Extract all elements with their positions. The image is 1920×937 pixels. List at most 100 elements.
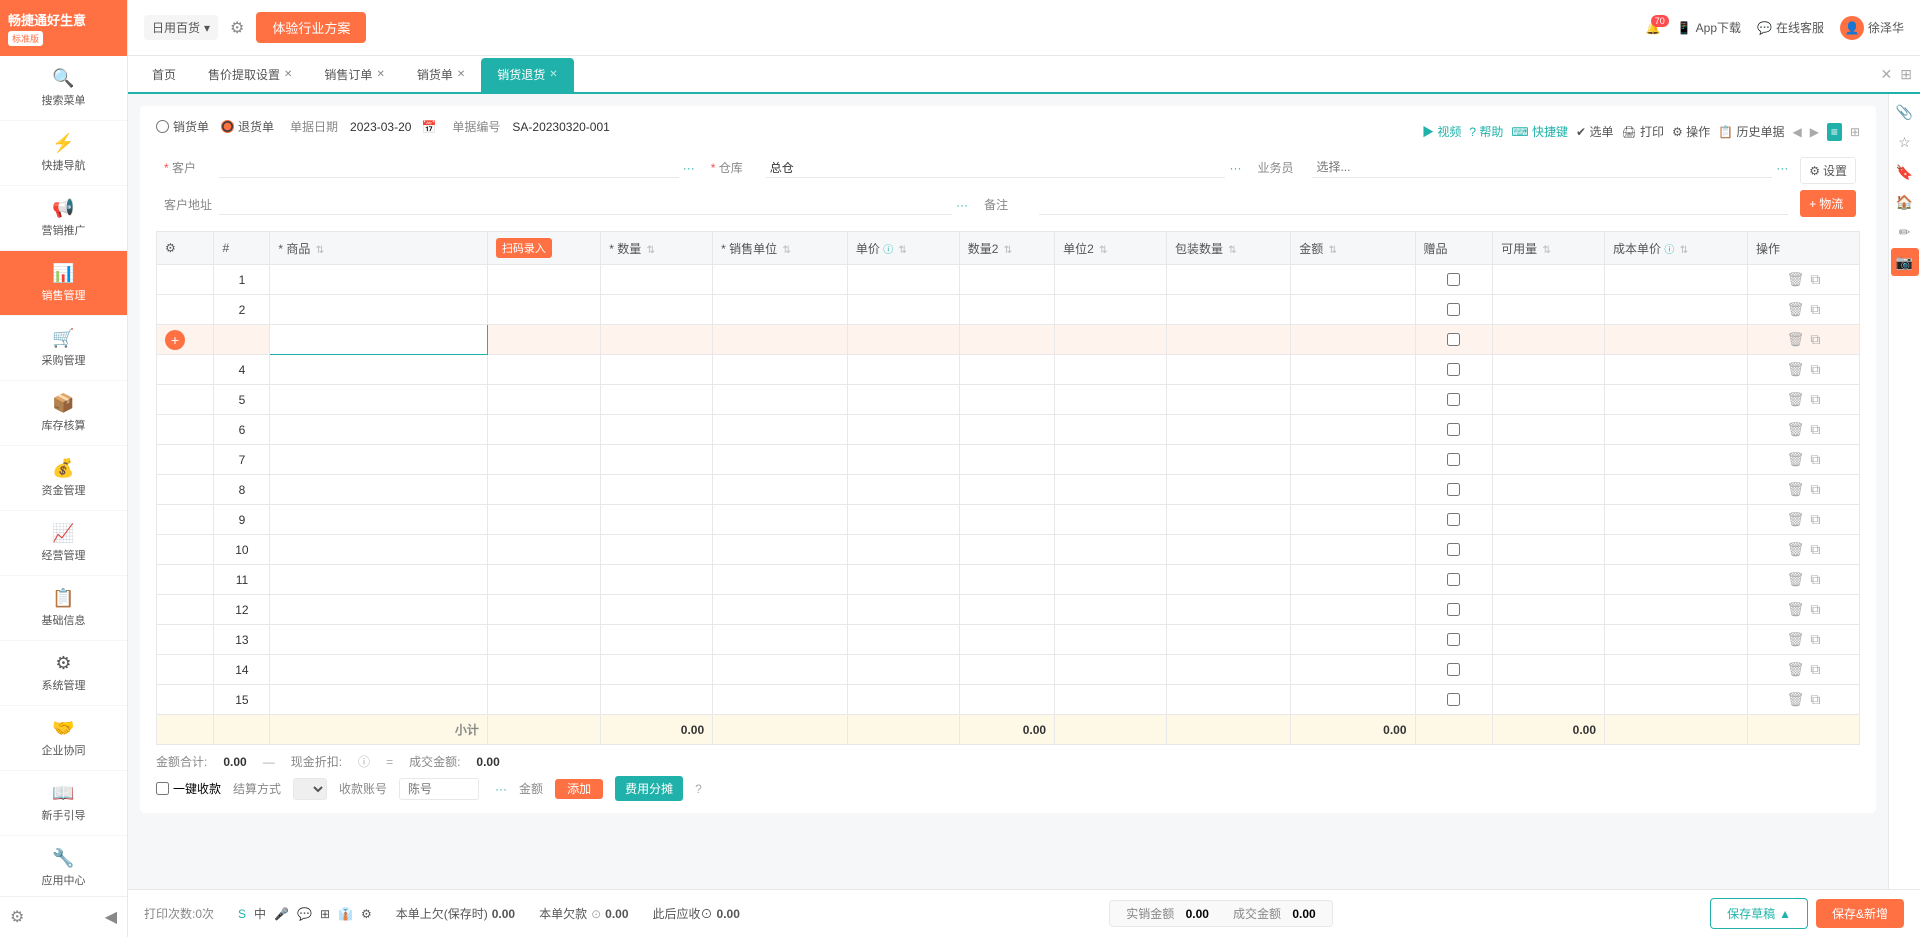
rp-icon-4[interactable]: 🏠 [1891,188,1919,216]
salesperson-select-icon[interactable]: ··· [1776,161,1788,175]
row-unit-1[interactable] [713,265,848,295]
tab-price-extract[interactable]: 售价提取设置 ✕ [192,58,308,93]
toolbar-help[interactable]: ? 帮助 [1469,123,1503,140]
rp-icon-2[interactable]: ☆ [1891,128,1919,156]
delete-icon-1[interactable]: 🗑 [1787,271,1805,288]
user-profile[interactable]: 👤 徐泽华 [1840,16,1904,40]
tab-grid-icon[interactable]: ⊞ [1900,66,1912,83]
radio-return[interactable]: 退货单 [221,118,274,135]
gift-check-8[interactable] [1447,483,1460,496]
gift-check-6[interactable] [1447,423,1460,436]
one-key-pay-check[interactable]: 一键收款 [156,780,221,797]
rp-icon-5[interactable]: ✏ [1891,218,1919,246]
delete-icon-6[interactable]: 🗑 [1787,421,1805,438]
row-cost-2[interactable] [1605,295,1748,325]
row-cost-1[interactable] [1605,265,1748,295]
rp-icon-1[interactable]: 📎 [1891,98,1919,126]
notification-bell[interactable]: 🔔 70 [1646,21,1661,35]
row-unit2-2[interactable] [1055,295,1167,325]
row-unit-2[interactable] [713,295,848,325]
one-key-pay-input[interactable] [156,782,169,795]
delete-icon-3[interactable]: 🗑 [1787,331,1805,348]
toolbar-video[interactable]: ▶ 视频 [1422,123,1461,140]
row-amount-2[interactable] [1291,295,1415,325]
row-avail-2[interactable] [1493,295,1605,325]
address-select-icon[interactable]: ··· [956,198,968,212]
row-pkg-3[interactable] [1166,325,1290,355]
salesperson-input[interactable] [1312,157,1772,178]
gift-check-14[interactable] [1447,663,1460,676]
tab-sales[interactable]: 销货单 ✕ [401,58,481,93]
sidebar-item-purchase[interactable]: 🛒 采购管理 [0,316,127,381]
gift-check-5[interactable] [1447,393,1460,406]
sidebar-item-apps[interactable]: 🔧 应用中心 [0,836,127,896]
sidebar-item-finance[interactable]: 💰 资金管理 [0,446,127,511]
toolbar-operation[interactable]: ⚙ 操作 [1672,123,1710,140]
delete-icon-7[interactable]: 🗑 [1787,451,1805,468]
row-qty-3[interactable] [601,325,713,355]
gift-check-9[interactable] [1447,513,1460,526]
radio-sale-input[interactable] [156,120,169,133]
gift-check-11[interactable] [1447,573,1460,586]
toolbar-select[interactable]: ✔ 选单 [1576,123,1613,140]
scan-btn[interactable]: 扫码录入 [496,238,552,258]
tab-return[interactable]: 销货退货 ✕ [481,58,573,93]
row-qty-2[interactable] [601,295,713,325]
gear-icon[interactable]: ⚙ [165,241,176,255]
add-logistics-btn[interactable]: + 物流 [1800,190,1856,217]
row-qty2-2[interactable] [959,295,1054,325]
row-price-2[interactable] [847,295,959,325]
toolbar-print[interactable]: 🖨 打印 [1621,123,1664,140]
copy-icon-14[interactable]: ⧉ [1810,661,1820,678]
save-new-btn[interactable]: 保存&新增 [1816,899,1904,928]
delete-icon-12[interactable]: 🗑 [1787,601,1805,618]
row-pkg-2[interactable] [1166,295,1290,325]
toolbar-view-list[interactable]: ≡ [1827,123,1842,141]
copy-icon-9[interactable]: ⧉ [1810,511,1820,528]
address-input[interactable] [219,194,952,215]
add-row-btn[interactable]: + [165,330,185,350]
row-product-2[interactable] [270,295,487,325]
sidebar-item-shortcut[interactable]: ⚡ 快捷导航 [0,121,127,186]
sidebar-item-system[interactable]: ⚙ 系统管理 [0,641,127,706]
settings-btn[interactable]: ⚙ 设置 [1800,157,1856,184]
sidebar-item-operation[interactable]: 📈 经营管理 [0,511,127,576]
product-input-1[interactable] [278,273,478,287]
order-balance-help[interactable]: ⊙ [591,907,601,921]
customer-input[interactable] [219,157,679,178]
online-service[interactable]: 💬 在线客服 [1757,19,1824,36]
row-avail-1[interactable] [1493,265,1605,295]
delete-icon-9[interactable]: 🗑 [1787,511,1805,528]
row-amount-1[interactable] [1291,265,1415,295]
gift-check-10[interactable] [1447,543,1460,556]
sidebar-item-inventory[interactable]: 📦 库存核算 [0,381,127,446]
gift-check-13[interactable] [1447,633,1460,646]
sidebar-item-collab[interactable]: 🤝 企业协同 [0,706,127,771]
save-draft-btn[interactable]: 保存草稿 ▲ [1710,898,1808,929]
row-product-1[interactable] [270,265,487,295]
row-gift-3[interactable] [1415,325,1493,355]
copy-icon-5[interactable]: ⧉ [1810,391,1820,408]
copy-icon-12[interactable]: ⧉ [1810,601,1820,618]
account-dots[interactable]: ··· [495,782,507,796]
fee-help-icon[interactable]: ? [695,782,702,796]
gift-check-15[interactable] [1447,693,1460,706]
warehouse-select-icon[interactable]: ··· [1229,161,1241,175]
radio-return-input[interactable] [221,120,234,133]
calendar-icon[interactable]: 📅 [421,120,436,134]
tab-price-extract-close[interactable]: ✕ [284,69,292,80]
copy-icon-10[interactable]: ⧉ [1810,541,1820,558]
sidebar-item-search[interactable]: 🔍 搜索菜单 [0,56,127,121]
copy-icon-8[interactable]: ⧉ [1810,481,1820,498]
row-price-3[interactable] [847,325,959,355]
gift-check-3[interactable] [1447,333,1460,346]
app-download[interactable]: 📱 App下载 [1677,19,1741,36]
tab-home[interactable]: 首页 [136,58,192,93]
row-price-1[interactable] [847,265,959,295]
delete-icon-10[interactable]: 🗑 [1787,541,1805,558]
sidebar-collapse-icon[interactable]: ◀ [105,907,117,927]
delete-icon-14[interactable]: 🗑 [1787,661,1805,678]
rp-icon-6[interactable]: 📷 [1891,248,1919,276]
product-input-3[interactable] [278,333,478,347]
payment-method-select[interactable] [293,778,327,800]
